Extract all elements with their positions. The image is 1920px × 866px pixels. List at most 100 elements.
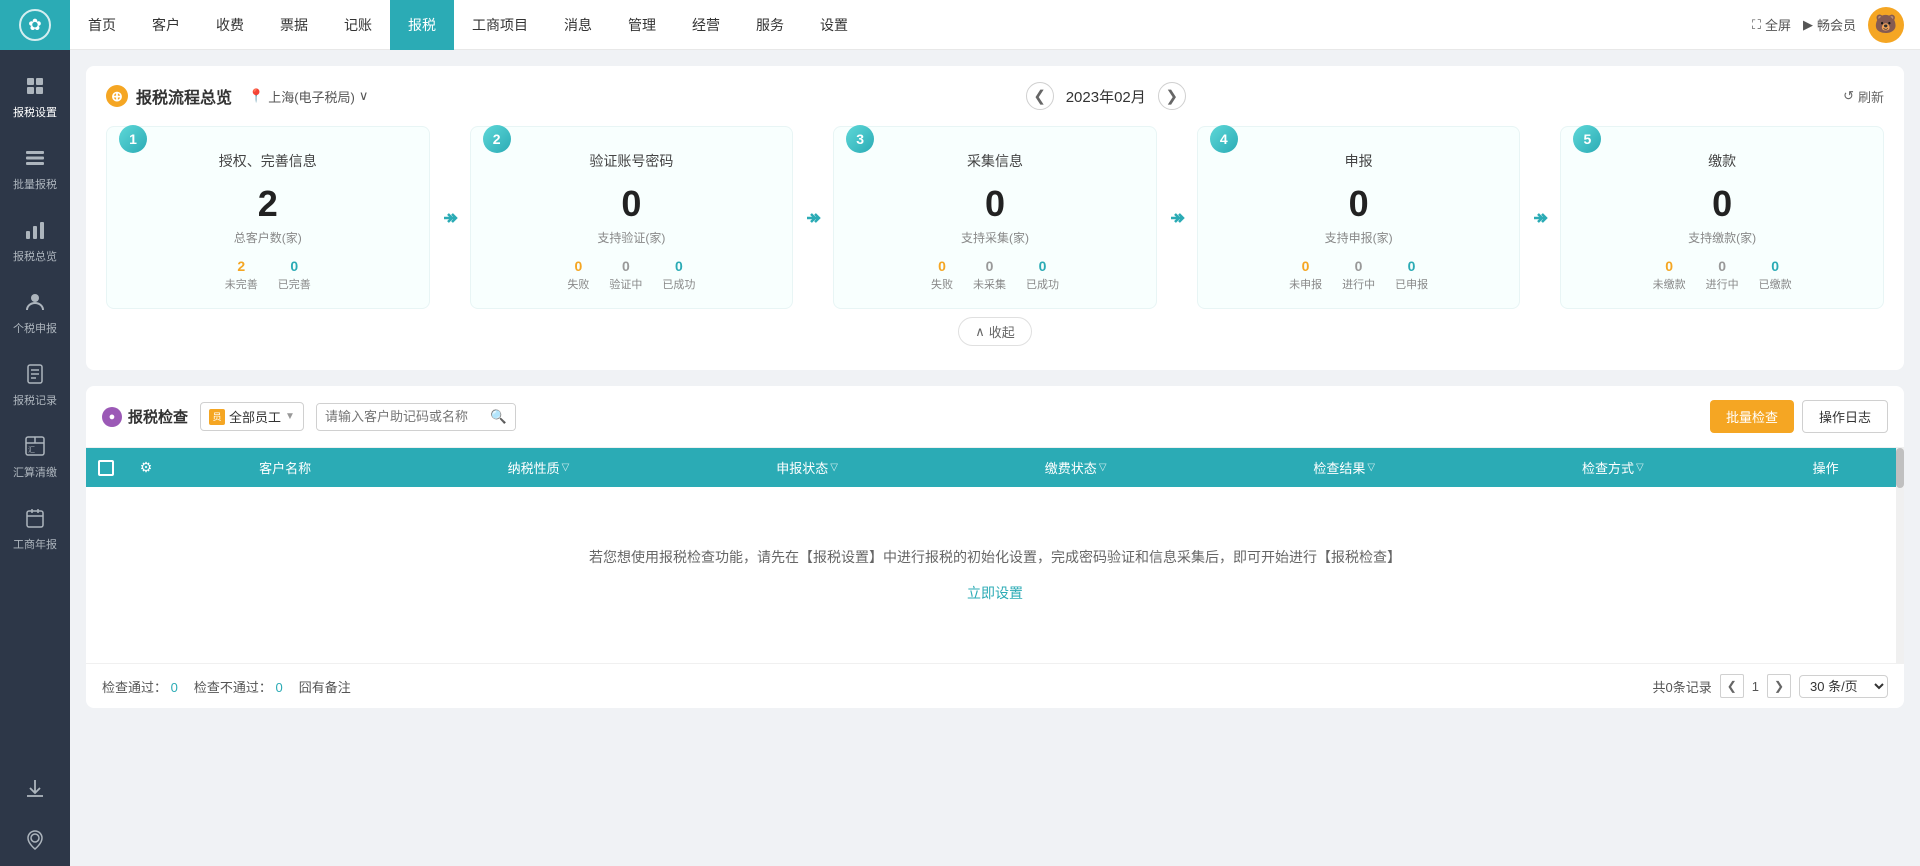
arrow-3 [1157, 126, 1197, 309]
step-3-title: 采集信息 [850, 151, 1140, 171]
chevron-down-icon: ∨ [359, 88, 369, 104]
page-size-select[interactable]: 30 条/页 50 条/页 100 条/页 [1799, 675, 1888, 698]
step-4-card: 4 申报 0 支持申报(家) 0 未申报 0 进行中 [1197, 126, 1521, 309]
nav-items: 首页 客户 收费 票据 记账 报税 工商项目 消息 管理 经营 服务 设置 [70, 0, 1752, 50]
step-1-stats: 2 未完善 0 已完善 [123, 258, 413, 292]
operation-log-button[interactable]: 操作日志 [1802, 400, 1888, 433]
sidebar-item-personal-tax[interactable]: 个税申报 [0, 276, 70, 348]
col-declare-status: 申报状态 ▽ [673, 448, 942, 487]
step-5-stats: 0 未缴款 0 进行中 0 已缴款 [1577, 258, 1867, 292]
note-label: 囧有备注 [299, 677, 351, 696]
sidebar-item-clearing[interactable]: 汇 汇算清缴 [0, 420, 70, 492]
step-4-number: 4 [1210, 125, 1238, 153]
search-input[interactable] [317, 404, 482, 429]
next-month-button[interactable]: ❯ [1158, 82, 1186, 110]
member-button[interactable]: ▶ 畅会员 [1803, 15, 1856, 34]
search-button[interactable]: 🔍 [482, 404, 515, 430]
location-icon [21, 826, 49, 854]
filter-icon[interactable]: ▽ [1367, 462, 1375, 473]
filter-icon[interactable]: ▽ [1099, 462, 1107, 473]
nav-service[interactable]: 服务 [738, 0, 802, 50]
col-operation: 操作 [1747, 448, 1904, 487]
month-navigation: ❮ 2023年02月 ❯ [1026, 82, 1186, 110]
fullscreen-button[interactable]: ⛶ 全屏 [1752, 15, 1791, 34]
nav-message[interactable]: 消息 [546, 0, 610, 50]
fail-count[interactable]: 0 [276, 680, 283, 695]
step-2-stat-2: 0 已成功 [662, 258, 695, 292]
sidebar-item-annual-report[interactable]: 工商年报 [0, 492, 70, 564]
refresh-button[interactable]: ↺ 刷新 [1843, 87, 1884, 106]
sidebar-item-label: 报税记录 [13, 392, 57, 408]
filter-icon[interactable]: ▽ [1636, 462, 1644, 473]
nav-invoice[interactable]: 票据 [262, 0, 326, 50]
sidebar-item-label: 汇算清缴 [13, 464, 57, 480]
step-2-stat-0: 0 失败 [567, 258, 589, 292]
process-title: ⊕ 报税流程总览 [106, 84, 232, 108]
download-icon [21, 774, 49, 802]
nav-operation[interactable]: 经营 [674, 0, 738, 50]
search-box: 🔍 [316, 403, 516, 431]
batch-check-button[interactable]: 批量检查 [1710, 400, 1794, 433]
collapse-button[interactable]: ∧ 收起 [958, 317, 1032, 346]
data-table: ⚙ 客户名称 纳税性质 ▽ [86, 448, 1904, 663]
pass-count[interactable]: 0 [171, 680, 178, 695]
sidebar-item-label: 工商年报 [13, 536, 57, 552]
sidebar-item-tax-record[interactable]: 报税记录 [0, 348, 70, 420]
scrollbar-thumb[interactable] [1896, 448, 1904, 488]
step-5-stat-2: 0 已缴款 [1759, 258, 1792, 292]
filter-icon[interactable]: ▽ [830, 462, 838, 473]
clearing-icon: 汇 [21, 432, 49, 460]
nav-client[interactable]: 客户 [134, 0, 198, 50]
scrollbar[interactable] [1896, 448, 1904, 663]
step-3-count: 0 [850, 183, 1140, 225]
nav-settings[interactable]: 设置 [802, 0, 866, 50]
immediate-setting-link[interactable]: 立即设置 [967, 585, 1023, 601]
next-page-button[interactable]: ❯ [1767, 674, 1791, 698]
personal-tax-icon [21, 288, 49, 316]
step-5-stat-1: 0 进行中 [1706, 258, 1739, 292]
step-1-number: 1 [119, 125, 147, 153]
nav-accounting[interactable]: 记账 [326, 0, 390, 50]
step-3-stat-0: 0 失败 [931, 258, 953, 292]
step-3-stat-1: 0 未采集 [973, 258, 1006, 292]
nav-tax[interactable]: 报税 [390, 0, 454, 50]
col-tax-nature: 纳税性质 ▽ [404, 448, 673, 487]
location-tag[interactable]: 📍 上海(电子税局) ∨ [248, 87, 368, 106]
table-header: ⚙ 客户名称 纳税性质 ▽ [86, 448, 1904, 487]
filter-icon[interactable]: ▽ [562, 462, 570, 473]
setting-icon[interactable]: ⚙ [140, 459, 153, 475]
nav-fee[interactable]: 收费 [198, 0, 262, 50]
step-2-stats: 0 失败 0 验证中 0 已成功 [487, 258, 777, 292]
nav-manage[interactable]: 管理 [610, 0, 674, 50]
prev-month-button[interactable]: ❮ [1026, 82, 1054, 110]
table-body: 若您想使用报税检查功能，请先在【报税设置】中进行报税的初始化设置，完成密码验证和… [86, 487, 1904, 663]
nav-business[interactable]: 工商项目 [454, 0, 546, 50]
sidebar-location[interactable] [0, 814, 70, 866]
step-4-stats: 0 未申报 0 进行中 0 已申报 [1214, 258, 1504, 292]
sidebar-item-batch-tax[interactable]: 批量报税 [0, 132, 70, 204]
col-setting: ⚙ [126, 448, 166, 487]
step-3-sub: 支持采集(家) [850, 229, 1140, 246]
process-title-icon: ⊕ [106, 85, 128, 107]
prev-page-button[interactable]: ❮ [1720, 674, 1744, 698]
sidebar-item-tax-settings[interactable]: 报税设置 [0, 60, 70, 132]
sidebar-item-tax-overview[interactable]: 报税总览 [0, 204, 70, 276]
tax-settings-icon [21, 72, 49, 100]
step-1-count: 2 [123, 183, 413, 225]
arrow-1 [430, 126, 470, 309]
batch-tax-icon [21, 144, 49, 172]
pass-label: 检查通过： 0 [102, 677, 178, 696]
sidebar: 报税设置 批量报税 报税总览 [0, 50, 70, 866]
nav-home[interactable]: 首页 [70, 0, 134, 50]
arrow-4 [1520, 126, 1560, 309]
step-2-number: 2 [483, 125, 511, 153]
step-5-card: 5 缴款 0 支持缴款(家) 0 未缴款 0 进行中 [1560, 126, 1884, 309]
main-layout: 报税设置 批量报税 报税总览 [0, 50, 1920, 866]
sidebar-download[interactable] [0, 762, 70, 814]
step-2-card: 2 验证账号密码 0 支持验证(家) 0 失败 0 验证中 [470, 126, 794, 309]
process-overview-card: ⊕ 报税流程总览 📍 上海(电子税局) ∨ ❮ 2023年02月 ❯ ↺ [86, 66, 1904, 370]
user-avatar[interactable]: 🐻 [1868, 7, 1904, 43]
employee-filter[interactable]: 员 全部员工 ▼ [200, 402, 304, 431]
step-4-stat-2: 0 已申报 [1395, 258, 1428, 292]
select-all-checkbox[interactable] [98, 460, 114, 476]
